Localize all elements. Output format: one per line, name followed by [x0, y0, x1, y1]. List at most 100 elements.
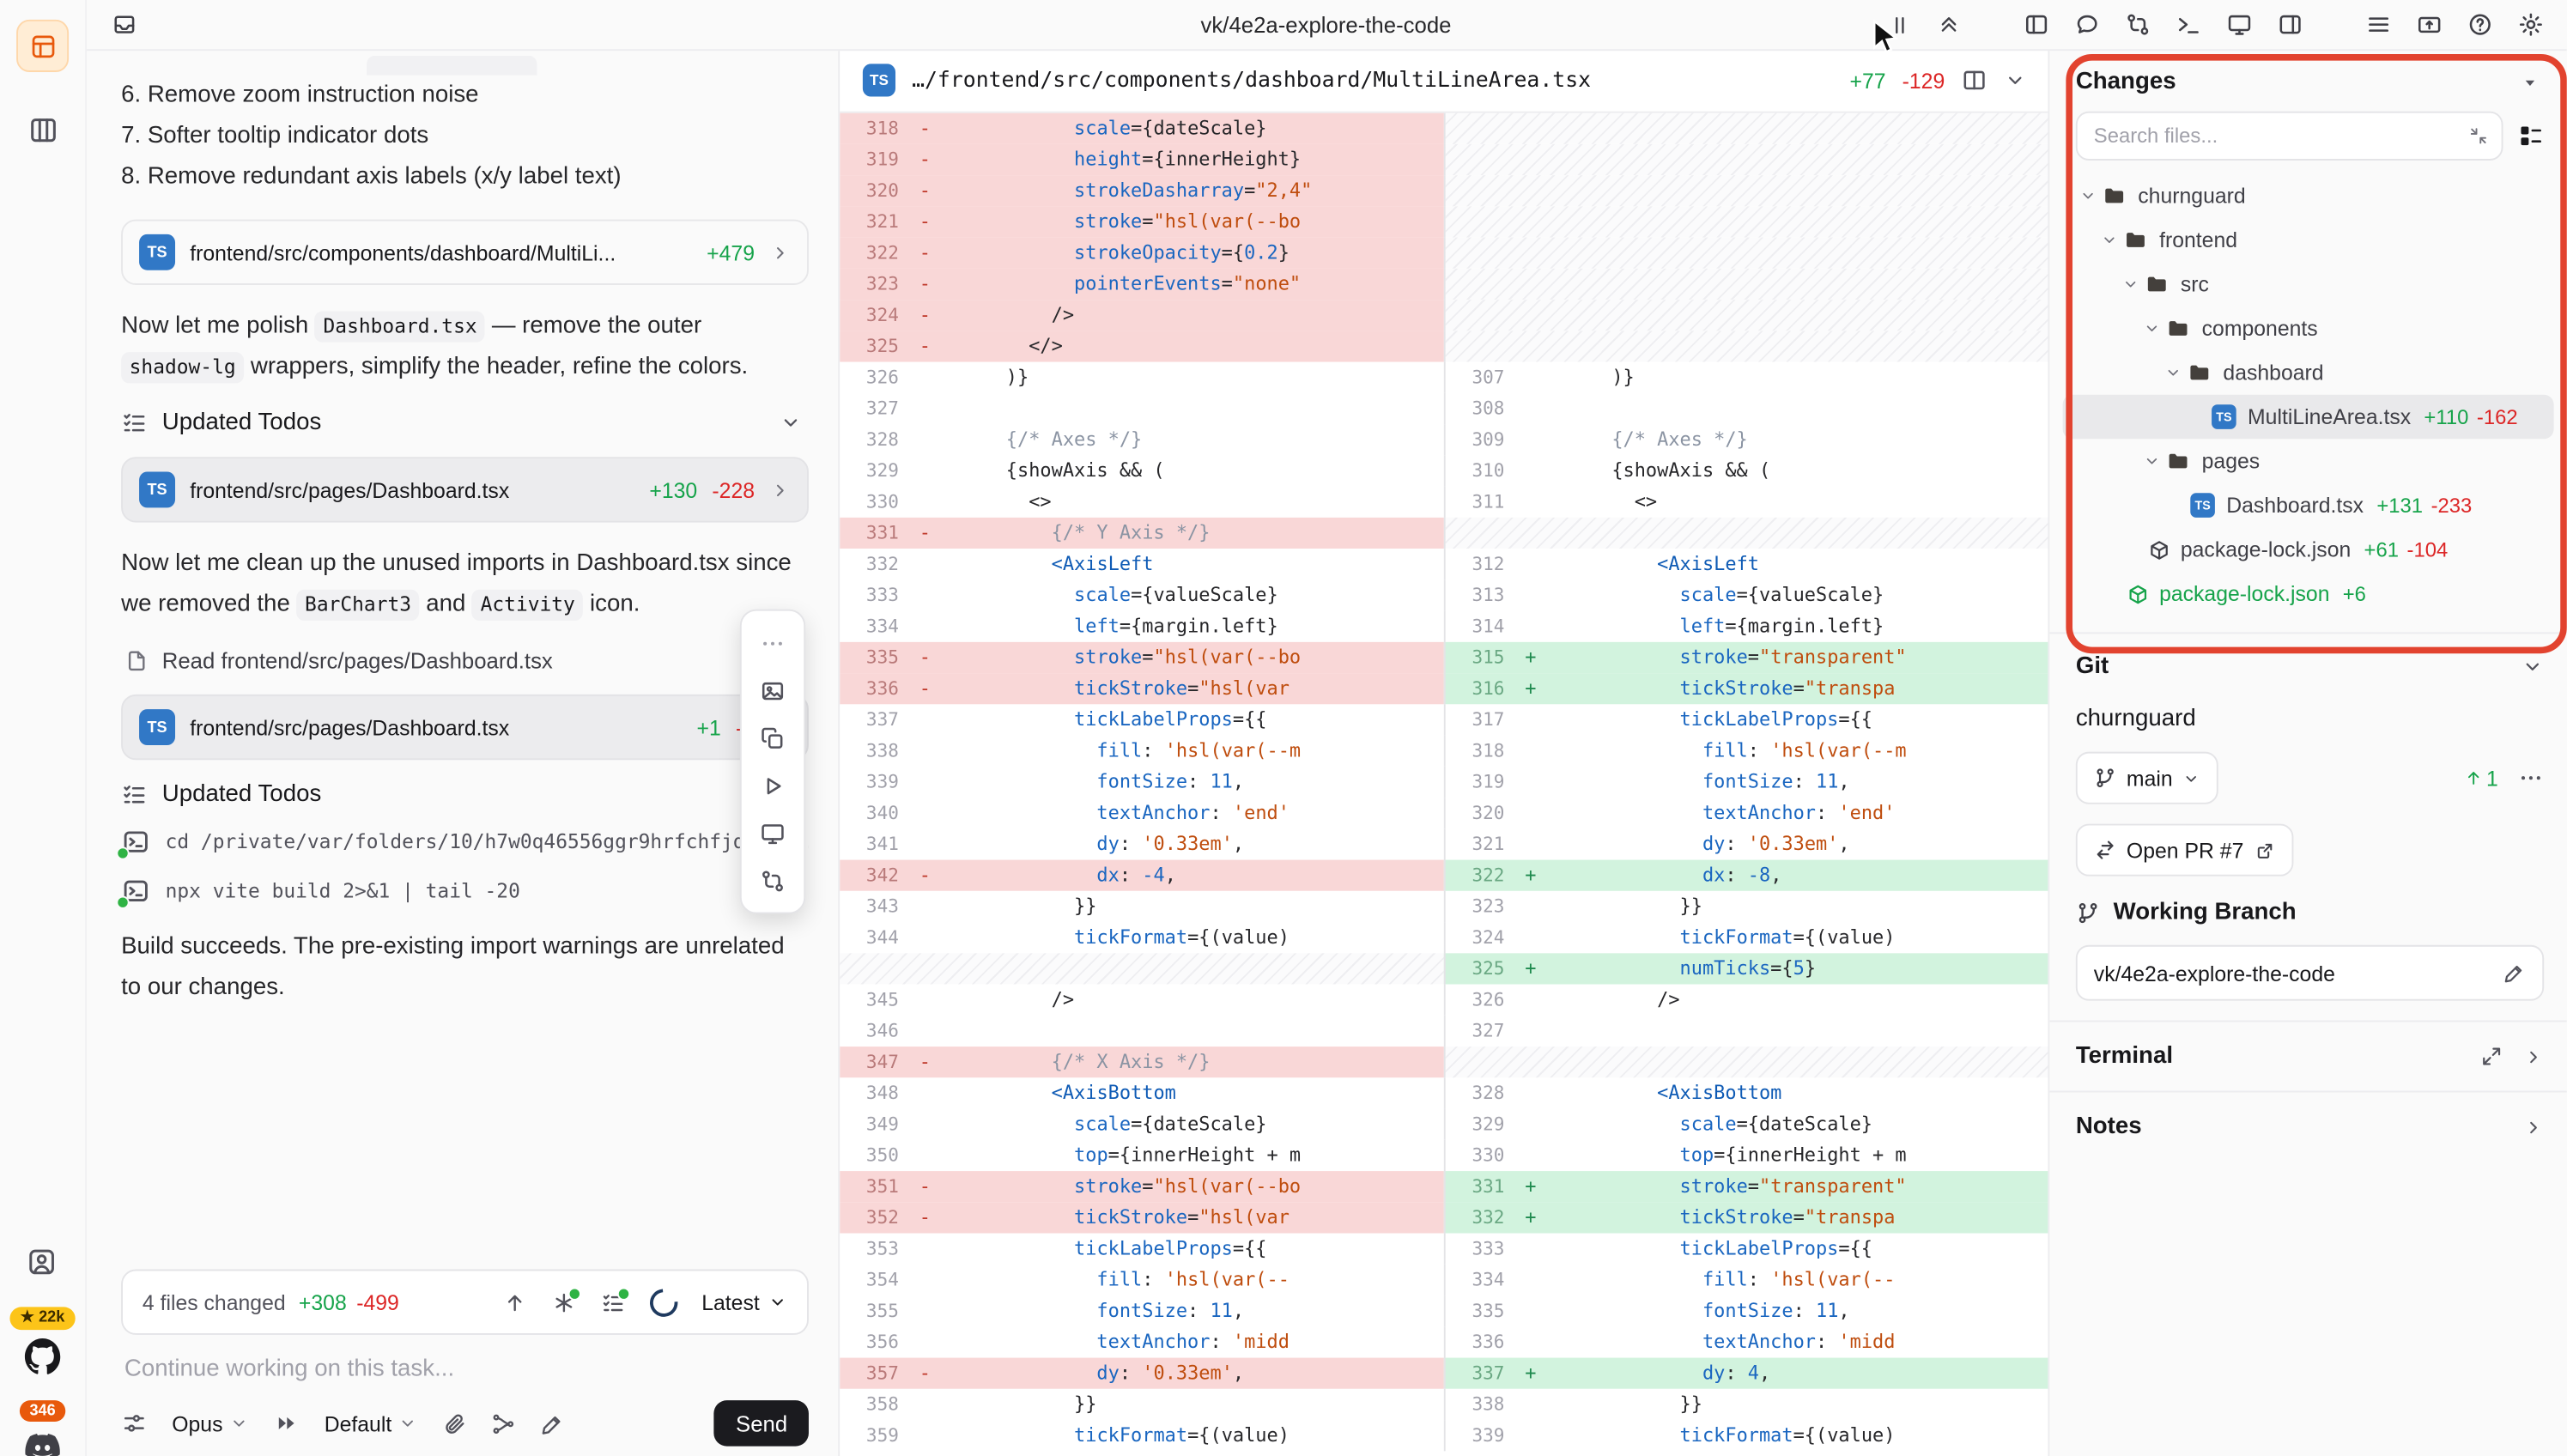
- tree-file-Dashboard.tsx[interactable]: TSDashboard.tsx+131-233: [2063, 483, 2554, 528]
- message-input[interactable]: [121, 1335, 815, 1400]
- diff-right-empty: [1444, 1046, 2050, 1077]
- terminal-command-row[interactable]: cd /private/var/folders/10/h7w0q46556ggr…: [121, 827, 809, 856]
- diff-left-ctx: 354 fill: 'hsl(var(--: [840, 1265, 1444, 1295]
- diff-left-ctx: 349 scale={dateScale}: [840, 1109, 1444, 1140]
- floating-toolbar: [740, 610, 805, 914]
- gear-icon[interactable]: [2518, 11, 2545, 38]
- send-button[interactable]: Send: [714, 1400, 809, 1446]
- updated-todos-row[interactable]: Updated Todos: [121, 410, 809, 436]
- chevron-down-icon[interactable]: [2004, 69, 2027, 92]
- diff-button[interactable]: [742, 857, 804, 904]
- menu-icon[interactable]: [2365, 11, 2392, 38]
- chevron-right-icon[interactable]: [2522, 1046, 2544, 1067]
- account-button[interactable]: [27, 1247, 58, 1277]
- tree-file-package-lock.json[interactable]: package-lock.json+61-104: [2063, 527, 2554, 572]
- diff-right-add: 331+ stroke="transparent": [1444, 1171, 2050, 1202]
- diff-row: 334 left={margin.left}314 left={margin.l…: [840, 611, 2049, 642]
- collapse-all-icon[interactable]: [1937, 12, 1962, 37]
- read-file-row[interactable]: Read frontend/src/pages/Dashboard.tsx: [124, 648, 809, 673]
- help-icon[interactable]: [2467, 11, 2494, 38]
- branch-select[interactable]: main: [2076, 752, 2218, 804]
- diff-row: 353 tickLabelProps={{333 tickLabelProps=…: [840, 1234, 2049, 1265]
- monitor-icon[interactable]: [2226, 11, 2253, 38]
- working-branch-field[interactable]: vk/4e2a-explore-the-code: [2076, 945, 2544, 1001]
- pen-icon[interactable]: [541, 1411, 566, 1436]
- diff-row: 339 fontSize: 11,319 fontSize: 11,: [840, 767, 2049, 798]
- diff-left-ctx: 356 textAnchor: 'midd: [840, 1326, 1444, 1357]
- pencil-icon[interactable]: [2503, 962, 2526, 985]
- diff-right-ctx: 329 scale={dateScale}: [1444, 1109, 2050, 1140]
- panel-left-icon[interactable]: [2024, 11, 2050, 38]
- screenshot-button[interactable]: [742, 666, 804, 713]
- diff-row: 344 tickFormat={(value)324 tickFormat={(…: [840, 922, 2049, 953]
- run-button[interactable]: [742, 761, 804, 809]
- github-link[interactable]: [21, 1334, 64, 1377]
- worktree-icon[interactable]: [492, 1411, 517, 1436]
- kanban-view-button[interactable]: [18, 105, 67, 154]
- tree-view-icon[interactable]: [2518, 123, 2545, 149]
- diff-left-ctx: 343 }}: [840, 891, 1444, 922]
- file-change-card[interactable]: TS frontend/src/pages/Dashboard.tsx +130…: [121, 457, 809, 522]
- tree-folder-src[interactable]: src: [2063, 262, 2554, 306]
- terminal-icon[interactable]: [2176, 11, 2202, 38]
- model-select[interactable]: Opus: [172, 1411, 249, 1436]
- version-dropdown[interactable]: Latest: [701, 1289, 787, 1314]
- panel-right-icon[interactable]: [2277, 11, 2303, 38]
- terminal-command-row[interactable]: npx vite build 2>&1 | tail -20: [121, 877, 809, 906]
- discord-link[interactable]: [21, 1427, 64, 1456]
- search-input[interactable]: [2091, 123, 2459, 149]
- more-options-button[interactable]: [742, 619, 804, 666]
- inline-code: Dashboard.tsx: [315, 311, 485, 342]
- package-icon: [2148, 538, 2171, 561]
- tree-file-MultiLineArea.tsx[interactable]: TSMultiLineArea.tsx+110-162: [2063, 395, 2554, 440]
- workspace-button[interactable]: [112, 11, 138, 38]
- diff-row: 331- {/* Y Axis */}: [840, 518, 2049, 549]
- diff-header: TS …/frontend/src/components/dashboard/M…: [840, 49, 2049, 112]
- copy-button[interactable]: [742, 714, 804, 761]
- diff-left-del: 319- height={innerHeight}: [840, 144, 1444, 175]
- split-view-icon[interactable]: [1961, 67, 1987, 94]
- package-icon: [2127, 582, 2150, 605]
- screen-share-icon[interactable]: [2416, 11, 2443, 38]
- git-compare-icon[interactable]: [2125, 11, 2151, 38]
- sliders-icon[interactable]: [121, 1410, 148, 1437]
- pause-icon[interactable]: [1888, 12, 1913, 37]
- diff-right-empty: [1444, 113, 2050, 144]
- paperclip-icon[interactable]: [442, 1411, 467, 1436]
- git-header[interactable]: Git: [2076, 653, 2544, 680]
- search-box[interactable]: [2076, 112, 2503, 161]
- diff-right-empty: [1444, 238, 2050, 269]
- expand-icon[interactable]: [2480, 1045, 2503, 1068]
- shrink-icon[interactable]: [2468, 126, 2488, 146]
- diff-row: 355 fontSize: 11,335 fontSize: 11,: [840, 1295, 2049, 1326]
- file-change-card[interactable]: TS frontend/src/pages/Dashboard.tsx +1 -…: [121, 695, 809, 760]
- updated-todos-row[interactable]: Updated Todos: [121, 781, 809, 808]
- diff-right-empty: [1444, 144, 2050, 175]
- tree-folder-dashboard[interactable]: dashboard: [2063, 350, 2554, 395]
- folder-icon: [2123, 228, 2148, 252]
- notes-section-header[interactable]: Notes: [2049, 1091, 2567, 1162]
- preview-button[interactable]: [742, 809, 804, 856]
- file-change-card[interactable]: TS frontend/src/components/dashboard/Mul…: [121, 220, 809, 285]
- terminal-section-header[interactable]: Terminal: [2049, 1021, 2567, 1091]
- chat-messages: 6. Remove zoom instruction noise7. Softe…: [85, 49, 838, 1263]
- tree-folder-pages[interactable]: pages: [2063, 439, 2554, 483]
- chevron-right-icon[interactable]: [2522, 1116, 2544, 1138]
- ts-file-icon: TS: [863, 64, 895, 96]
- tree-folder-churnguard[interactable]: churnguard: [2063, 173, 2554, 218]
- caret-down-icon: [2520, 71, 2541, 93]
- workspace-layout-button[interactable]: [16, 20, 69, 72]
- tree-file-package-lock.json[interactable]: package-lock.json+6: [2063, 572, 2554, 616]
- tree-folder-frontend[interactable]: frontend: [2063, 218, 2554, 263]
- fast-forward-icon[interactable]: [274, 1410, 300, 1437]
- chevron-right-icon: [769, 479, 791, 500]
- workspace-icon: [112, 11, 138, 38]
- chat-icon[interactable]: [2074, 11, 2101, 38]
- arrow-up-icon[interactable]: [502, 1289, 527, 1314]
- mode-select[interactable]: Default: [325, 1411, 418, 1436]
- diff-row: 335- stroke="hsl(var(--bo315+ stroke="tr…: [840, 642, 2049, 673]
- changes-header[interactable]: Changes: [2049, 49, 2567, 105]
- ellipsis-icon[interactable]: [2518, 765, 2545, 792]
- tree-folder-components[interactable]: components: [2063, 306, 2554, 351]
- open-pr-button[interactable]: Open PR #7: [2076, 824, 2293, 877]
